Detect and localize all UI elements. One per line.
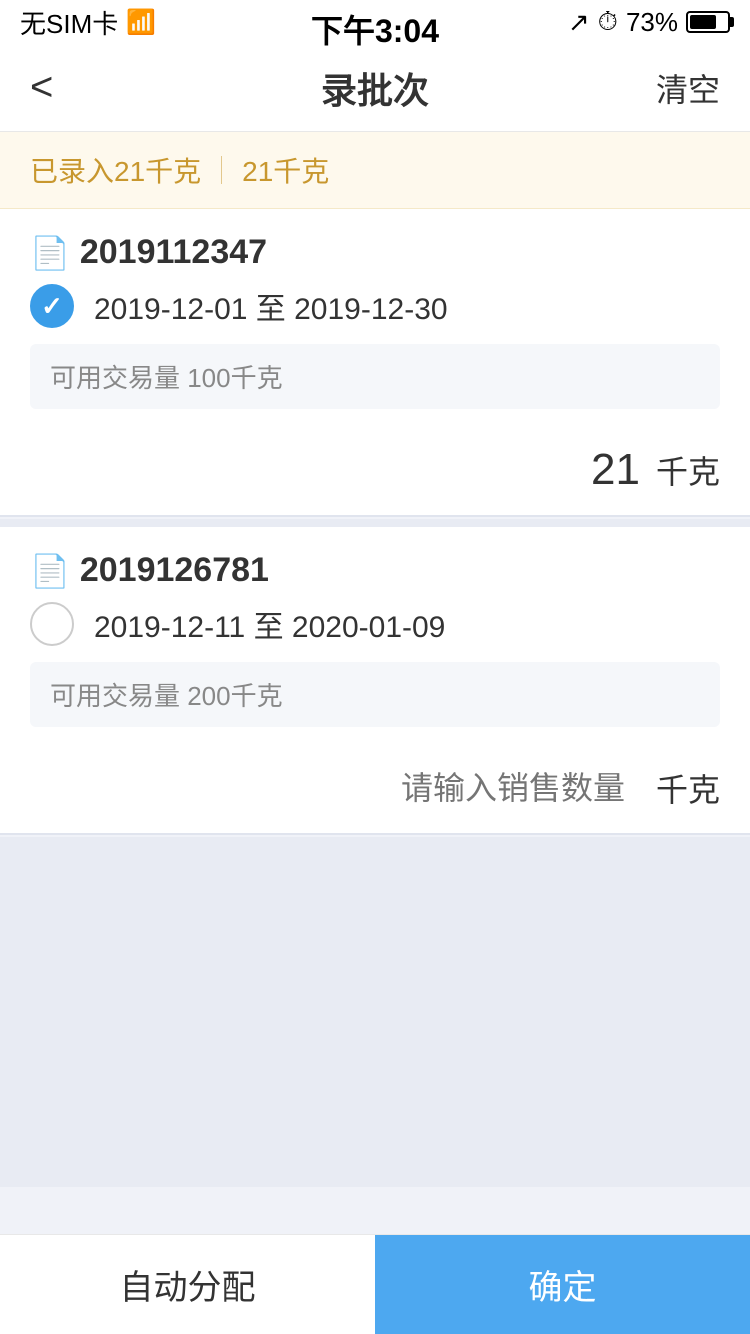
batch-date-1: 2019-12-01 至 2019-12-30 <box>94 284 448 328</box>
batch-checkbox-1[interactable] <box>30 284 74 328</box>
batch-avail-1: 可用交易量 100千克 <box>30 344 720 409</box>
info-value: 21千克 <box>242 150 329 190</box>
batch-header-2: 📄 2019126781 <box>0 527 750 598</box>
batch-doc-icon-2: 📄 <box>30 552 70 590</box>
info-divider <box>221 156 222 184</box>
confirm-button[interactable]: 确定 <box>375 1235 750 1334</box>
batch-header-1: 📄 2019112347 <box>0 209 750 280</box>
alarm-icon: ⏱ <box>598 6 618 38</box>
battery-icon <box>686 11 730 33</box>
unit-label-2: 千克 <box>656 765 720 811</box>
info-label: 已录入21千克 <box>30 150 201 190</box>
batch-row-1[interactable]: 2019-12-01 至 2019-12-30 <box>0 280 750 336</box>
sim-text: 无SIM卡 <box>20 4 118 41</box>
batch-card-1: 📄 2019112347 2019-12-01 至 2019-12-30 可用交… <box>0 209 750 517</box>
page-title: 录批次 <box>321 62 429 114</box>
back-button[interactable]: < <box>30 65 90 110</box>
batch-avail-2: 可用交易量 200千克 <box>30 662 720 727</box>
clear-button[interactable]: 清空 <box>656 65 720 111</box>
amount-unit-1: 千克 <box>656 447 720 493</box>
amount-value-1[interactable]: 21 <box>591 445 640 495</box>
batch-number-1: 2019112347 <box>80 233 267 272</box>
batch-doc-icon-1: 📄 <box>30 234 70 272</box>
batch-card-2: 📄 2019126781 2019-12-11 至 2020-01-09 可用交… <box>0 527 750 835</box>
nav-bar: < 录批次 清空 <box>0 44 750 132</box>
status-bar: 无SIM卡 📶 下午3:04 ↗ ⏱ 73% <box>0 0 750 44</box>
status-right: ↗ ⏱ 73% <box>568 6 730 38</box>
status-time: 下午3:04 <box>311 6 439 52</box>
wifi-icon: 📶 <box>126 8 156 37</box>
batch-checkbox-2[interactable] <box>30 602 74 646</box>
content-spacer <box>0 837 750 1187</box>
qty-input-2[interactable] <box>340 770 640 807</box>
battery-percent: 73% <box>626 7 678 38</box>
bottom-bar: 自动分配 确定 <box>0 1234 750 1334</box>
input-row-2: 千克 <box>0 743 750 835</box>
batch-number-2: 2019126781 <box>80 551 269 590</box>
status-left: 无SIM卡 📶 <box>20 4 156 41</box>
batch-date-2: 2019-12-11 至 2020-01-09 <box>94 602 445 646</box>
location-icon: ↗ <box>568 7 590 38</box>
auto-distribute-button[interactable]: 自动分配 <box>0 1235 375 1334</box>
info-banner: 已录入21千克 21千克 <box>0 132 750 209</box>
amount-row-1: 21 千克 <box>0 425 750 517</box>
batch-row-2[interactable]: 2019-12-11 至 2020-01-09 <box>0 598 750 654</box>
gray-spacer-1 <box>0 519 750 527</box>
